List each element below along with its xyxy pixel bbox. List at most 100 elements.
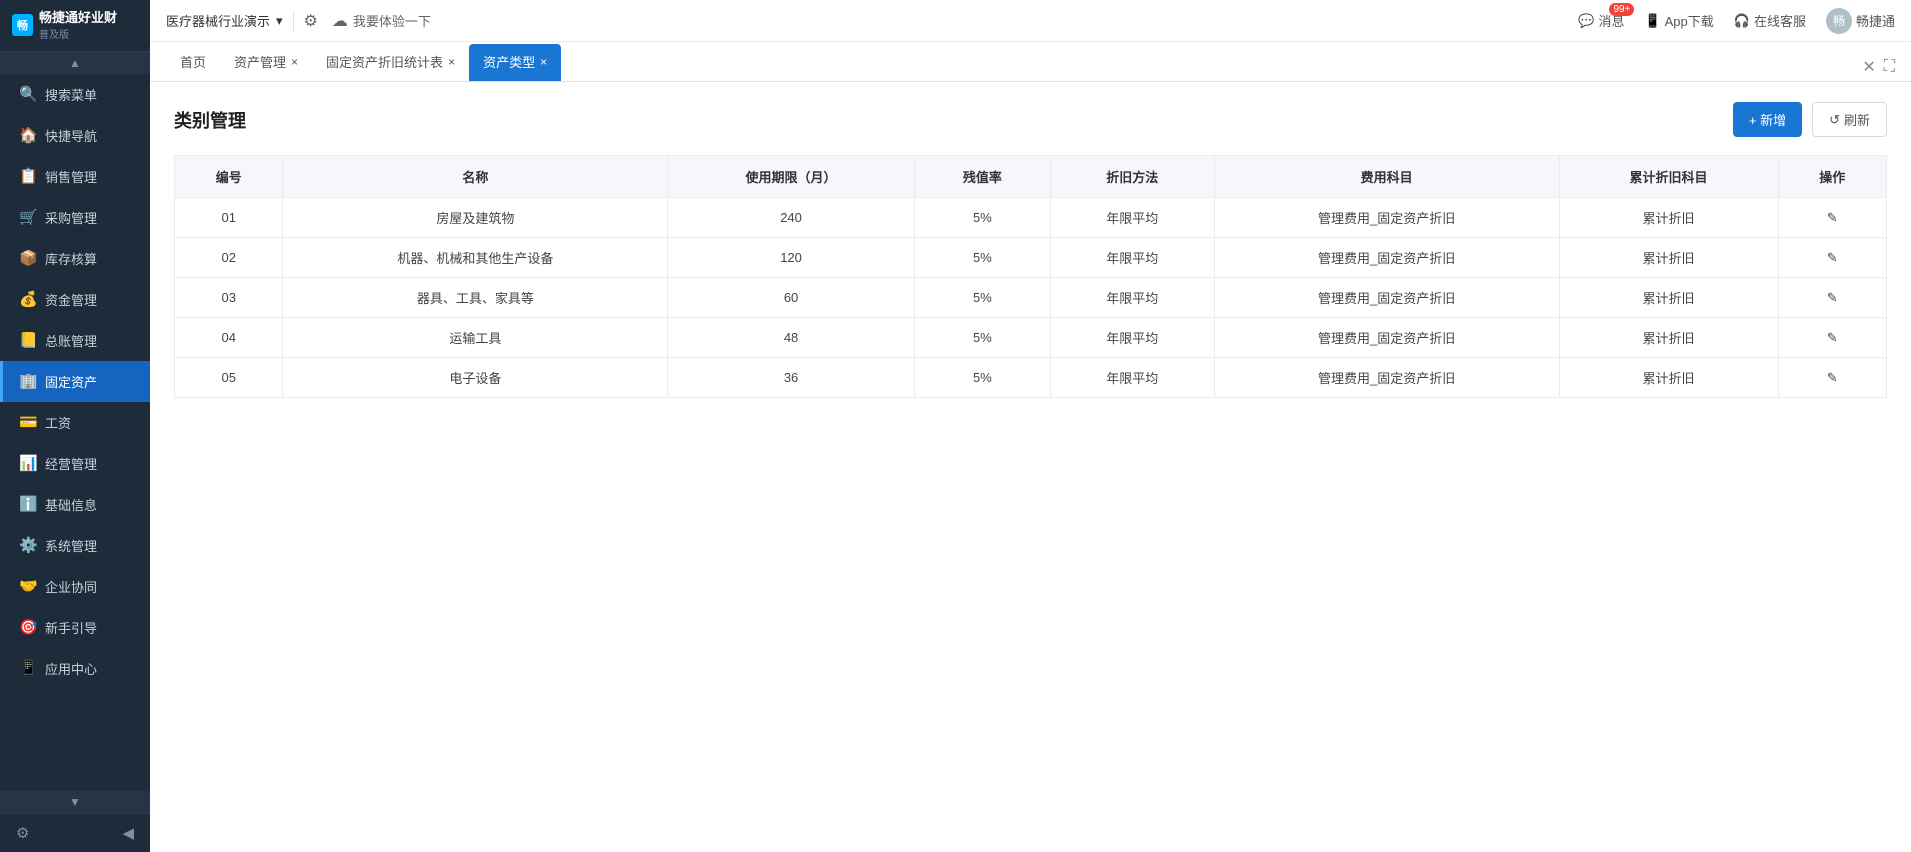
tab-depreciation-table[interactable]: 固定资产折旧统计表× — [312, 44, 469, 81]
company-selector[interactable]: 医疗器械行业演示 ▾ — [166, 11, 283, 30]
cumulative-cell: 累计折旧 — [1559, 198, 1778, 238]
edit-cell[interactable]: ✎ — [1778, 278, 1886, 318]
months-cell: 120 — [668, 238, 915, 278]
sidebar-item-label: 采购管理 — [45, 208, 97, 227]
app-logo: 畅 — [12, 14, 33, 36]
column-header: 名称 — [283, 156, 668, 198]
refresh-icon: ↺ — [1829, 112, 1840, 128]
column-header: 折旧方法 — [1050, 156, 1214, 198]
residual-cell: 5% — [914, 278, 1050, 318]
sidebar-item-payroll[interactable]: 💳工资 — [0, 402, 150, 443]
settings-icon[interactable]: ⚙ — [304, 11, 318, 31]
sidebar-item-operations[interactable]: 📊经营管理 — [0, 443, 150, 484]
trial-icon: ☁ — [332, 11, 348, 31]
months-cell: 60 — [668, 278, 915, 318]
user-menu[interactable]: 畅 畅捷通 — [1826, 8, 1895, 34]
sidebar-item-label: 新手引导 — [45, 618, 97, 637]
topbar-divider — [293, 11, 294, 31]
cooperation-icon: 🤝 — [19, 577, 37, 595]
trial-button[interactable]: ☁ 我要体验一下 — [332, 11, 431, 31]
edit-cell[interactable]: ✎ — [1778, 358, 1886, 398]
months-cell: 36 — [668, 358, 915, 398]
name-cell: 房屋及建筑物 — [283, 198, 668, 238]
code-cell: 05 — [175, 358, 283, 398]
tabbar: 首页资产管理×固定资产折旧统计表×资产类型× ✕ ⛶ — [150, 42, 1911, 82]
sidebar-item-inventory[interactable]: 📦库存核算 — [0, 238, 150, 279]
sidebar-item-label: 企业协同 — [45, 577, 97, 596]
sidebar-item-cooperation[interactable]: 🤝 企业协同 — [0, 566, 150, 607]
name-cell: 运输工具 — [283, 318, 668, 358]
sidebar-scroll-down[interactable]: ▼ — [0, 791, 150, 813]
column-header: 残值率 — [914, 156, 1050, 198]
name-cell: 机器、机械和其他生产设备 — [283, 238, 668, 278]
quick-nav-icon: 🏠 — [19, 126, 37, 144]
sidebar-item-label: 经营管理 — [45, 454, 97, 473]
edit-cell[interactable]: ✎ — [1778, 318, 1886, 358]
messages-icon: 💬 — [1578, 13, 1594, 29]
table-row: 02机器、机械和其他生产设备1205%年限平均管理费用_固定资产折旧累计折旧✎ — [175, 238, 1887, 278]
sidebar-item-quick-nav[interactable]: 🏠 快捷导航 — [0, 115, 150, 156]
code-cell: 04 — [175, 318, 283, 358]
expense-cell: 管理费用_固定资产折旧 — [1214, 238, 1559, 278]
app-info: 畅捷通好业财 普及版 — [39, 10, 117, 41]
sidebar-item-purchase[interactable]: 🛒 采购管理 — [0, 197, 150, 238]
method-cell: 年限平均 — [1050, 198, 1214, 238]
main-area: 医疗器械行业演示 ▾ ⚙ ☁ 我要体验一下 💬 消息 99+ 📱 App下载 🎧… — [150, 0, 1911, 852]
sidebar-item-ledger[interactable]: 📒 总账管理 — [0, 320, 150, 361]
settings-icon[interactable]: ⚙ — [16, 824, 29, 842]
sidebar-item-label: 固定资产 — [45, 372, 97, 391]
tab-close-icon[interactable]: × — [291, 55, 298, 69]
table-row: 01房屋及建筑物2405%年限平均管理费用_固定资产折旧累计折旧✎ — [175, 198, 1887, 238]
sidebar-item-label: 总账管理 — [45, 331, 97, 350]
avatar: 畅 — [1826, 8, 1852, 34]
sidebar-item-sales[interactable]: 📋销售管理 — [0, 156, 150, 197]
tab-close-icon[interactable]: × — [540, 55, 547, 69]
sidebar-item-label: 快捷导航 — [45, 126, 97, 145]
refresh-button[interactable]: ↺ 刷新 — [1812, 102, 1887, 137]
inventory-icon: 📦 — [19, 249, 37, 267]
cumulative-cell: 累计折旧 — [1559, 358, 1778, 398]
expense-cell: 管理费用_固定资产折旧 — [1214, 318, 1559, 358]
column-header: 使用期限（月） — [668, 156, 915, 198]
sidebar-item-search[interactable]: 🔍搜索菜单 — [0, 74, 150, 115]
purchase-icon: 🛒 — [19, 208, 37, 226]
app-subtitle: 普及版 — [39, 26, 117, 41]
sidebar-header: 畅 畅捷通好业财 普及版 — [0, 0, 150, 52]
method-cell: 年限平均 — [1050, 238, 1214, 278]
tab-asset-type[interactable]: 资产类型× — [469, 44, 561, 81]
sidebar-scroll-up[interactable]: ▲ — [0, 52, 150, 74]
customer-service-button[interactable]: 🎧 在线客服 — [1734, 11, 1806, 30]
table-row: 03器具、工具、家具等605%年限平均管理费用_固定资产折旧累计折旧✎ — [175, 278, 1887, 318]
ledger-icon: 📒 — [19, 331, 37, 349]
refresh-label: 刷新 — [1844, 110, 1870, 129]
sidebar-item-basic-info[interactable]: ℹ️基础信息 — [0, 484, 150, 525]
close-window-icon[interactable]: ✕ — [1862, 57, 1875, 77]
column-header: 累计折旧科目 — [1559, 156, 1778, 198]
sidebar-item-label: 工资 — [45, 413, 71, 432]
sidebar-item-app-center[interactable]: 📱应用中心 — [0, 648, 150, 689]
code-cell: 03 — [175, 278, 283, 318]
sidebar-item-label: 搜索菜单 — [45, 85, 97, 104]
edit-cell[interactable]: ✎ — [1778, 198, 1886, 238]
sidebar-item-fixed-assets[interactable]: 🏢固定资产 — [0, 361, 150, 402]
column-header: 操作 — [1778, 156, 1886, 198]
app-download-button[interactable]: 📱 App下载 — [1644, 11, 1713, 30]
sidebar-item-label: 销售管理 — [45, 167, 97, 186]
tab-asset-management[interactable]: 资产管理× — [220, 44, 312, 81]
page-content: 类别管理 + 新增 ↺ 刷新 编号名称使用期限（月）残值率折旧方法费用科目累计折… — [150, 82, 1911, 852]
edit-cell[interactable]: ✎ — [1778, 238, 1886, 278]
sidebar-item-system[interactable]: ⚙️系统管理 — [0, 525, 150, 566]
page-actions: + 新增 ↺ 刷新 — [1733, 102, 1887, 137]
customer-service-label: 在线客服 — [1754, 11, 1806, 30]
collapse-icon[interactable]: ◀ — [122, 824, 134, 842]
maximize-window-icon[interactable]: ⛶ — [1884, 58, 1895, 76]
sidebar-footer: ⚙ ◀ — [0, 813, 150, 852]
sidebar-item-fund[interactable]: 💰资金管理 — [0, 279, 150, 320]
new-button[interactable]: + 新增 — [1733, 102, 1802, 137]
tab-home[interactable]: 首页 — [166, 44, 220, 81]
residual-cell: 5% — [914, 198, 1050, 238]
sidebar-item-guide[interactable]: 🎯新手引导 — [0, 607, 150, 648]
tab-close-icon[interactable]: × — [448, 55, 455, 69]
table-row: 05电子设备365%年限平均管理费用_固定资产折旧累计折旧✎ — [175, 358, 1887, 398]
messages-button[interactable]: 💬 消息 99+ — [1578, 11, 1624, 30]
